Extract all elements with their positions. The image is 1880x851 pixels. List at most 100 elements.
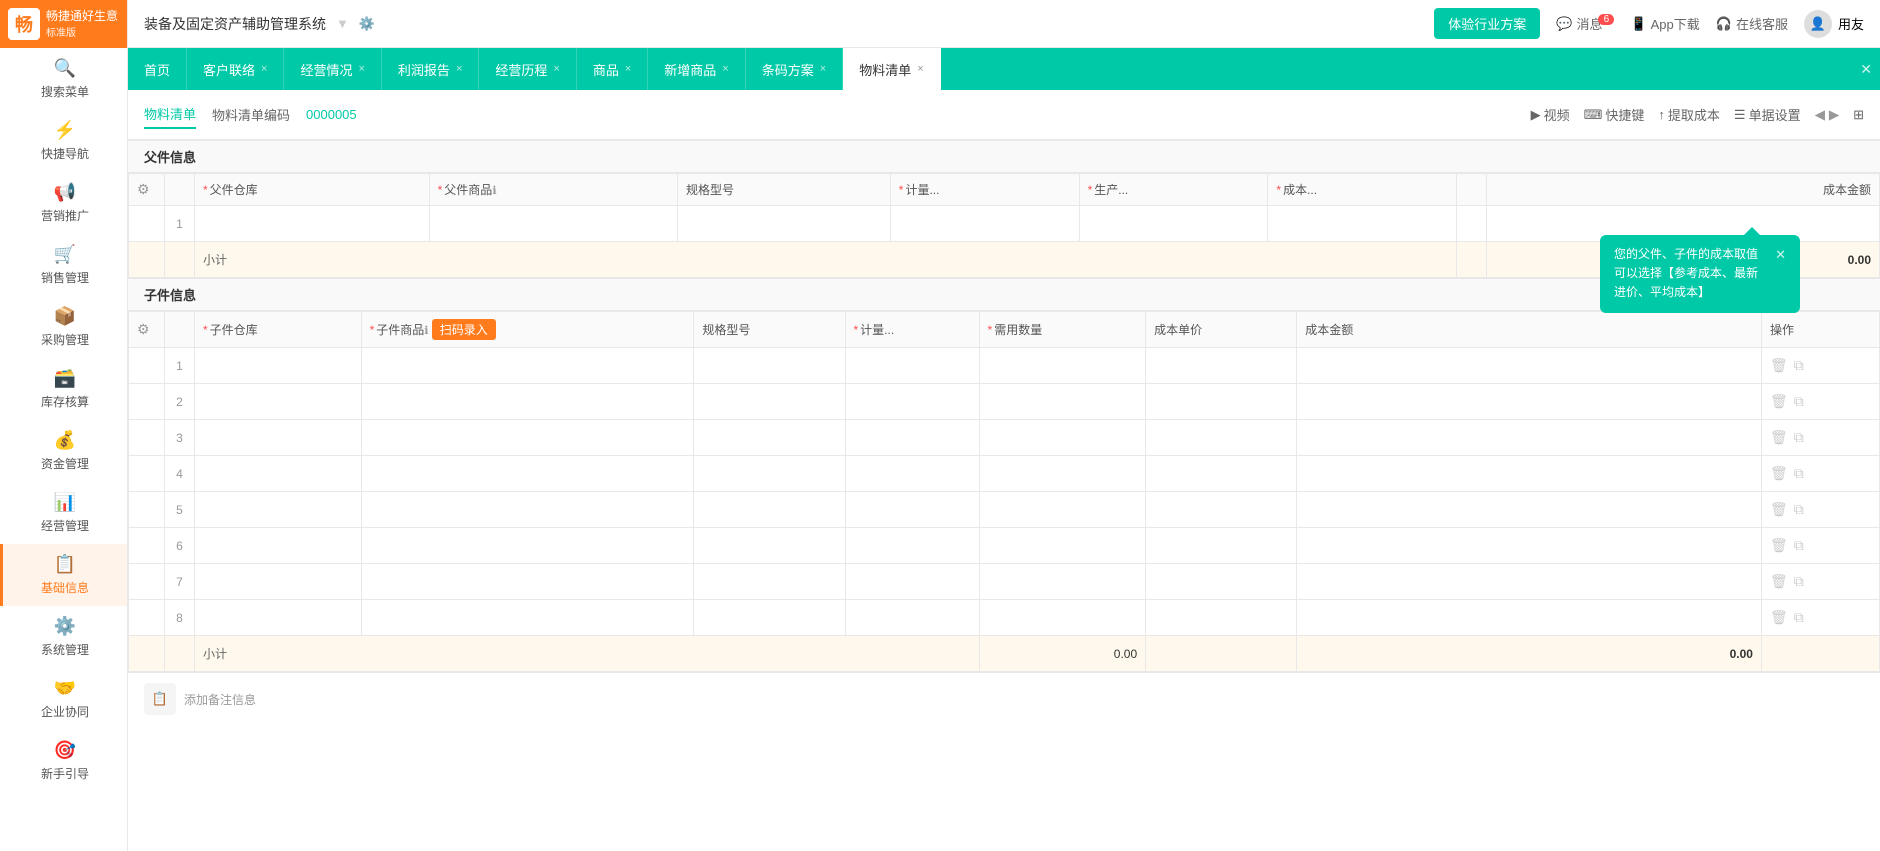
- delete-icon-4[interactable]: 🗑: [1770, 465, 1788, 482]
- delete-icon-5[interactable]: 🗑: [1770, 501, 1788, 518]
- parent-cell-cost-1[interactable]: [1268, 206, 1457, 242]
- copy-icon-8[interactable]: ⧉: [1794, 609, 1804, 626]
- child-cell-unitcost-7[interactable]: [1146, 564, 1297, 600]
- child-cell-unitcost-2[interactable]: [1146, 384, 1297, 420]
- child-cell-qty-4[interactable]: [979, 456, 1146, 492]
- child-cell-unitcost-5[interactable]: [1146, 492, 1297, 528]
- child-cell-spec-4[interactable]: [694, 456, 845, 492]
- nav-tab-close-3[interactable]: ×: [456, 63, 462, 75]
- delete-icon-8[interactable]: 🗑: [1770, 609, 1788, 626]
- delete-icon-1[interactable]: 🗑: [1770, 357, 1788, 374]
- child-cell-unitcost-3[interactable]: [1146, 420, 1297, 456]
- child-cell-goods-2[interactable]: [361, 384, 694, 420]
- delete-icon-2[interactable]: 🗑: [1770, 393, 1788, 410]
- copy-icon-3[interactable]: ⧉: [1794, 429, 1804, 446]
- copy-icon-4[interactable]: ⧉: [1794, 465, 1804, 482]
- nav-tab-5[interactable]: 商品×: [577, 48, 648, 90]
- sidebar-item-sales[interactable]: 🛒销售管理: [0, 234, 127, 296]
- nav-tab-3[interactable]: 利润报告×: [382, 48, 479, 90]
- child-cell-spec-7[interactable]: [694, 564, 845, 600]
- message-button[interactable]: 💬 消息: [1556, 14, 1602, 33]
- shortcut-tool[interactable]: ⌨ 快捷键: [1584, 105, 1645, 124]
- child-cell-warehouse-1[interactable]: [195, 348, 362, 384]
- nav-tab-8[interactable]: 物料清单×: [843, 48, 940, 90]
- extract-cost-tool[interactable]: ↑ 提取成本: [1658, 105, 1720, 124]
- child-cell-goods-6[interactable]: [361, 528, 694, 564]
- child-cell-spec-5[interactable]: [694, 492, 845, 528]
- child-cell-spec-8[interactable]: [694, 600, 845, 636]
- sidebar-item-finance[interactable]: 💰资金管理: [0, 420, 127, 482]
- sidebar-item-inventory[interactable]: 🗃️库存核算: [0, 358, 127, 420]
- child-cell-qty-5[interactable]: [979, 492, 1146, 528]
- video-tool[interactable]: ▶ 视频: [1531, 105, 1570, 124]
- child-cell-qty-8[interactable]: [979, 600, 1146, 636]
- child-cell-spec-6[interactable]: [694, 528, 845, 564]
- sidebar-item-basic-info[interactable]: 📋基础信息: [0, 544, 127, 606]
- nav-tab-7[interactable]: 条码方案×: [746, 48, 843, 90]
- child-cell-goods-3[interactable]: [361, 420, 694, 456]
- tooltip-close-button[interactable]: ✕: [1775, 245, 1786, 266]
- child-cell-unit-8[interactable]: [845, 600, 979, 636]
- child-cell-unitcost-8[interactable]: [1146, 600, 1297, 636]
- copy-icon-2[interactable]: ⧉: [1794, 393, 1804, 410]
- child-cell-qty-7[interactable]: [979, 564, 1146, 600]
- trial-button[interactable]: 体验行业方案: [1434, 8, 1540, 39]
- parent-cell-unit-1[interactable]: [890, 206, 1079, 242]
- settings-button[interactable]: ⚙️: [359, 16, 375, 32]
- sidebar-item-marketing[interactable]: 📢营销推广: [0, 172, 127, 234]
- sidebar-item-purchase[interactable]: 📦采购管理: [0, 296, 127, 358]
- sidebar-item-operations[interactable]: 📊经营管理: [0, 482, 127, 544]
- nav-tab-6[interactable]: 新增商品×: [648, 48, 745, 90]
- child-cell-goods-1[interactable]: [361, 348, 694, 384]
- close-tab-button[interactable]: ✕: [1852, 61, 1880, 78]
- child-cell-unitcost-4[interactable]: [1146, 456, 1297, 492]
- child-cell-warehouse-4[interactable]: [195, 456, 362, 492]
- child-cell-goods-7[interactable]: [361, 564, 694, 600]
- child-cell-goods-5[interactable]: [361, 492, 694, 528]
- nav-tab-0[interactable]: 首页: [128, 48, 187, 90]
- child-cell-qty-1[interactable]: [979, 348, 1146, 384]
- child-cell-unit-4[interactable]: [845, 456, 979, 492]
- child-cell-warehouse-5[interactable]: [195, 492, 362, 528]
- parent-cell-goods-1[interactable]: [429, 206, 677, 242]
- parent-cell-warehouse-1[interactable]: [195, 206, 430, 242]
- prev-button[interactable]: ◀: [1815, 107, 1825, 123]
- nav-tab-2[interactable]: 经营情况×: [284, 48, 381, 90]
- child-cell-unitcost-6[interactable]: [1146, 528, 1297, 564]
- sidebar-item-quick-nav[interactable]: ⚡快捷导航: [0, 110, 127, 172]
- sub-tab-code[interactable]: 物料清单编码: [212, 101, 290, 128]
- child-cell-unit-6[interactable]: [845, 528, 979, 564]
- delete-icon-7[interactable]: 🗑: [1770, 573, 1788, 590]
- child-cell-warehouse-2[interactable]: [195, 384, 362, 420]
- copy-icon-5[interactable]: ⧉: [1794, 501, 1804, 518]
- nav-tab-close-4[interactable]: ×: [553, 63, 559, 75]
- nav-tab-close-2[interactable]: ×: [358, 63, 364, 75]
- copy-icon-7[interactable]: ⧉: [1794, 573, 1804, 590]
- nav-tab-close-5[interactable]: ×: [625, 63, 631, 75]
- next-button[interactable]: ▶: [1829, 107, 1839, 123]
- child-cell-unit-1[interactable]: [845, 348, 979, 384]
- copy-icon-1[interactable]: ⧉: [1794, 357, 1804, 374]
- single-settings-tool[interactable]: ☰ 单据设置: [1734, 105, 1801, 124]
- nav-tab-4[interactable]: 经营历程×: [479, 48, 576, 90]
- nav-tab-close-6[interactable]: ×: [722, 63, 728, 75]
- child-cell-qty-2[interactable]: [979, 384, 1146, 420]
- child-cell-qty-3[interactable]: [979, 420, 1146, 456]
- online-service-button[interactable]: 🎧 在线客服: [1716, 14, 1788, 33]
- bottom-icon[interactable]: 📋: [144, 683, 176, 715]
- child-cell-warehouse-6[interactable]: [195, 528, 362, 564]
- child-th-settings[interactable]: ⚙: [129, 312, 165, 348]
- child-cell-spec-1[interactable]: [694, 348, 845, 384]
- child-cell-unitcost-1[interactable]: [1146, 348, 1297, 384]
- sidebar-item-system[interactable]: ⚙️系统管理: [0, 606, 127, 668]
- child-cell-warehouse-3[interactable]: [195, 420, 362, 456]
- delete-icon-3[interactable]: 🗑: [1770, 429, 1788, 446]
- child-cell-goods-4[interactable]: [361, 456, 694, 492]
- child-cell-spec-3[interactable]: [694, 420, 845, 456]
- nav-tab-close-7[interactable]: ×: [820, 63, 826, 75]
- nav-tab-close-1[interactable]: ×: [261, 63, 267, 75]
- sub-tab-bom[interactable]: 物料清单: [144, 100, 196, 129]
- child-cell-goods-8[interactable]: [361, 600, 694, 636]
- delete-icon-6[interactable]: 🗑: [1770, 537, 1788, 554]
- copy-icon-6[interactable]: ⧉: [1794, 537, 1804, 554]
